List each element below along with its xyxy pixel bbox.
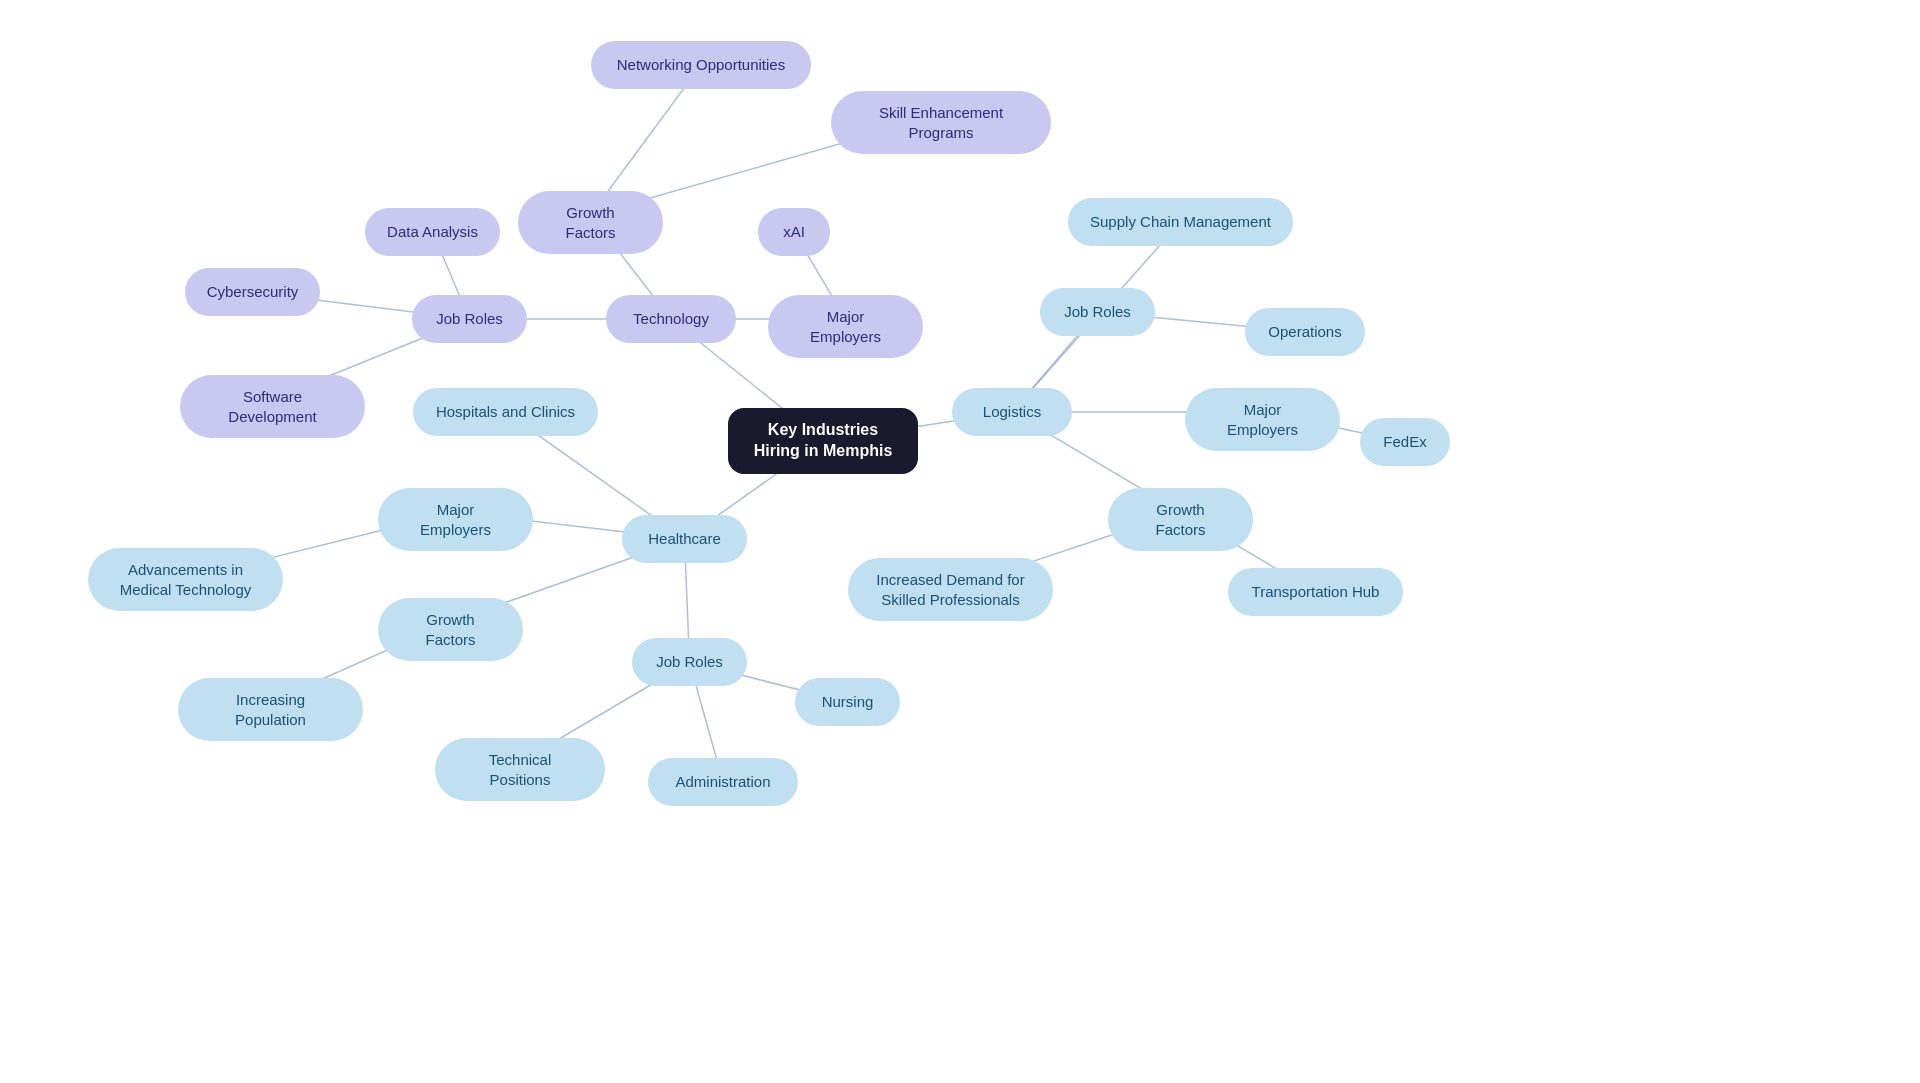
node-growth_factors_hc[interactable]: Growth Factors (378, 598, 523, 661)
node-transport_hub[interactable]: Transportation Hub (1228, 568, 1403, 616)
node-major_employers_hc[interactable]: Major Employers (378, 488, 533, 551)
node-technical_positions[interactable]: Technical Positions (435, 738, 605, 801)
node-healthcare[interactable]: Healthcare (622, 515, 747, 563)
node-center[interactable]: Key Industries Hiring in Memphis (728, 408, 918, 474)
node-increased_demand[interactable]: Increased Demand for Skilled Professiona… (848, 558, 1053, 621)
node-growth_factors_tech[interactable]: Growth Factors (518, 191, 663, 254)
node-cybersecurity[interactable]: Cybersecurity (185, 268, 320, 316)
node-technology[interactable]: Technology (606, 295, 736, 343)
node-skill_enhancement[interactable]: Skill Enhancement Programs (831, 91, 1051, 154)
node-nursing[interactable]: Nursing (795, 678, 900, 726)
node-supply_chain[interactable]: Supply Chain Management (1068, 198, 1293, 246)
node-major_employers_log[interactable]: Major Employers (1185, 388, 1340, 451)
node-fedex[interactable]: FedEx (1360, 418, 1450, 466)
node-job_roles_tech[interactable]: Job Roles (412, 295, 527, 343)
node-job_roles_hc[interactable]: Job Roles (632, 638, 747, 686)
node-advancements[interactable]: Advancements in Medical Technology (88, 548, 283, 611)
node-logistics[interactable]: Logistics (952, 388, 1072, 436)
node-major_employers_tech[interactable]: Major Employers (768, 295, 923, 358)
node-operations[interactable]: Operations (1245, 308, 1365, 356)
node-growth_factors_log[interactable]: Growth Factors (1108, 488, 1253, 551)
node-software_dev[interactable]: Software Development (180, 375, 365, 438)
connections-svg (0, 0, 1920, 1083)
node-xai[interactable]: xAI (758, 208, 830, 256)
node-networking[interactable]: Networking Opportunities (591, 41, 811, 89)
mindmap-container: Key Industries Hiring in Memphis Technolo… (0, 0, 1920, 1083)
node-job_roles_log[interactable]: Job Roles (1040, 288, 1155, 336)
node-data_analysis[interactable]: Data Analysis (365, 208, 500, 256)
node-increasing_pop[interactable]: Increasing Population (178, 678, 363, 741)
node-administration[interactable]: Administration (648, 758, 798, 806)
node-hospitals[interactable]: Hospitals and Clinics (413, 388, 598, 436)
